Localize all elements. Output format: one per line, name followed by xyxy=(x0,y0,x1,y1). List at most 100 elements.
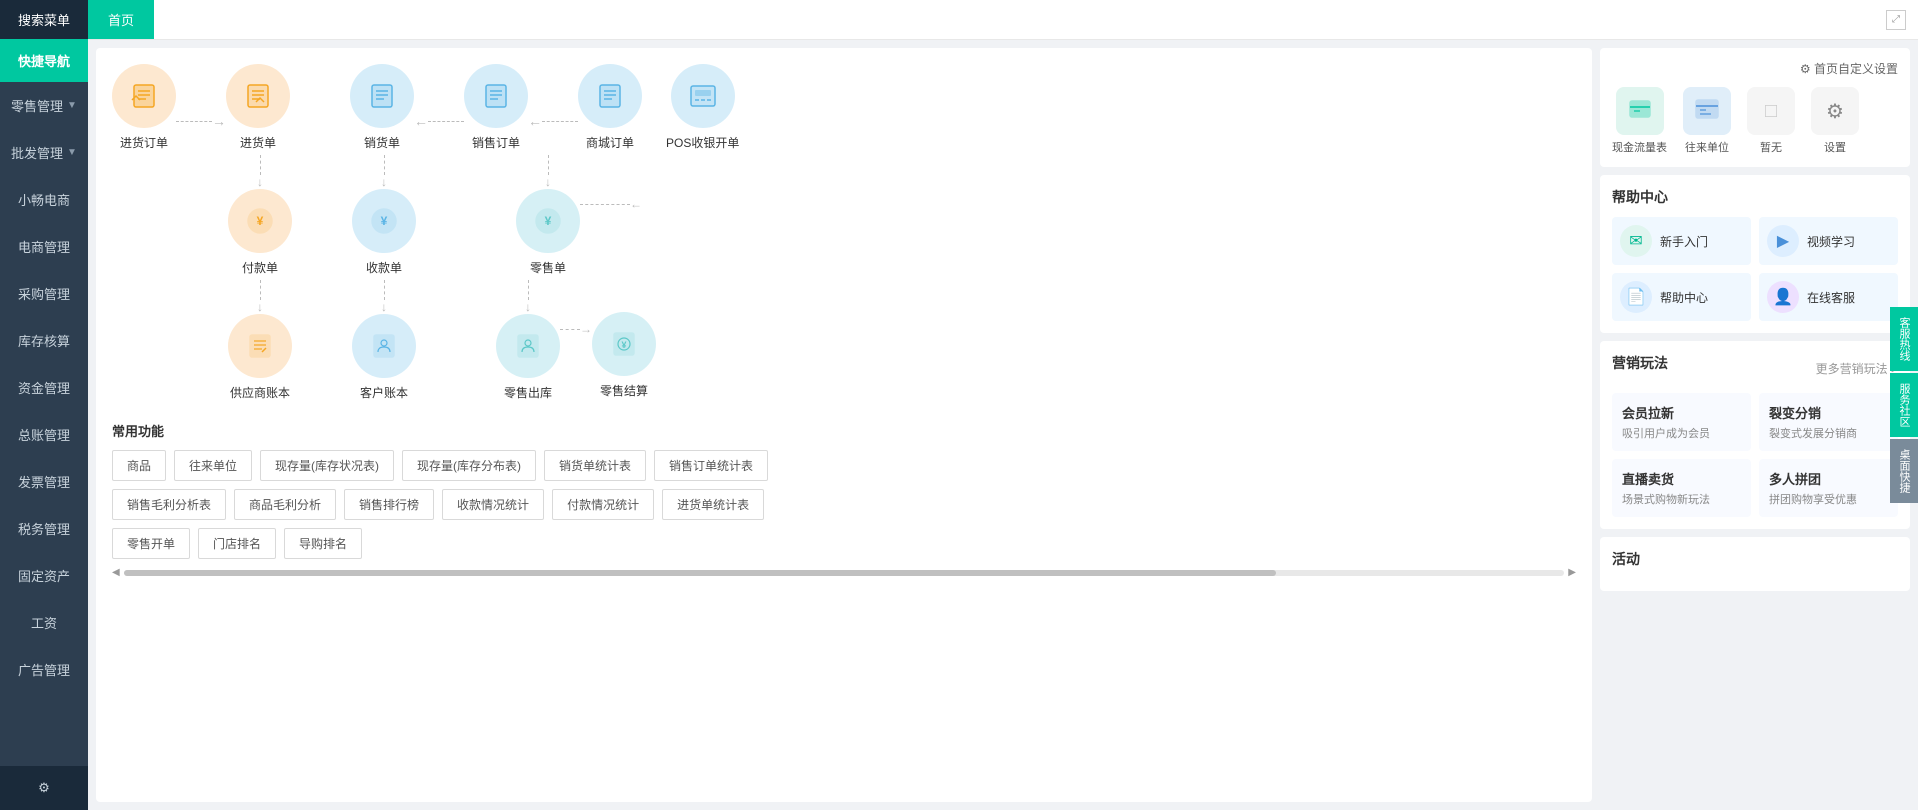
help-grid: ✉ 新手入门 ▶ 视频学习 📄 帮助中心 👤 在线客服 xyxy=(1612,217,1898,321)
partner-icon xyxy=(1683,87,1731,135)
flow-node-supplier-ledger[interactable] xyxy=(228,314,292,378)
sidebar-item-finance[interactable]: 资金管理 xyxy=(0,364,88,411)
flow-node-retail-out[interactable] xyxy=(496,314,560,378)
float-btn-desktop[interactable]: 桌面快捷 xyxy=(1890,439,1918,503)
quick-icons: 现金流量表 往来单位 xyxy=(1612,87,1898,155)
video-icon: ▶ xyxy=(1767,225,1799,257)
func-btn-payment-stat[interactable]: 付款情况统计 xyxy=(552,489,654,520)
marketing-item-member[interactable]: 会员拉新 吸引用户成为会员 xyxy=(1612,393,1751,451)
sidebar-item-ads[interactable]: 广告管理 xyxy=(0,646,88,693)
sidebar-item-ledger[interactable]: 总账管理 xyxy=(0,411,88,458)
topbar: 首页 ⤢ xyxy=(88,0,1918,40)
quick-icon-partner[interactable]: 往来单位 xyxy=(1683,87,1731,155)
activity-title: 活动 xyxy=(1612,549,1898,569)
func-btn-stock2[interactable]: 现存量(库存分布表) xyxy=(402,450,536,481)
sidebar-item-retail[interactable]: 零售管理 ▼ xyxy=(0,82,88,129)
help-item-newbie[interactable]: ✉ 新手入门 xyxy=(1612,217,1751,265)
flow-node-purchase-order[interactable]: 进货订单 xyxy=(112,64,176,151)
flow-node-payment[interactable]: ¥ xyxy=(228,189,292,253)
marketing-header: 营销玩法 更多营销玩法 > xyxy=(1612,353,1898,383)
flow-node-pos[interactable]: POS收银开单 xyxy=(666,64,739,151)
help-section: 帮助中心 ✉ 新手入门 ▶ 视频学习 📄 帮助中心 👤 xyxy=(1600,175,1910,333)
flow-node-retail[interactable]: ¥ xyxy=(516,189,580,253)
help-item-support[interactable]: 👤 在线客服 xyxy=(1759,273,1898,321)
quick-access: ⚙ 首页自定义设置 现金流量表 xyxy=(1600,48,1910,167)
sidebar-item-ecom-small[interactable]: 小畅电商 xyxy=(0,176,88,223)
func-btn-profit1[interactable]: 销售毛利分析表 xyxy=(112,489,226,520)
marketing-section: 营销玩法 更多营销玩法 > 会员拉新 吸引用户成为会员 裂变分销 裂变式发展分销… xyxy=(1600,341,1910,529)
sidebar-search[interactable]: 搜索菜单 xyxy=(0,0,88,39)
topbar-right: ⤢ xyxy=(1886,10,1918,30)
float-btn-community[interactable]: 服务社区 xyxy=(1890,373,1918,437)
scrollbar-track[interactable] xyxy=(124,570,1565,576)
flow-node-purchase[interactable]: 进货单 xyxy=(226,64,290,151)
support-icon: 👤 xyxy=(1767,281,1799,313)
marketing-item-group[interactable]: 多人拼团 拼团购物享受优惠 xyxy=(1759,459,1898,517)
flow-node-customer-ledger[interactable] xyxy=(352,314,416,378)
left-panel: 进货订单 → xyxy=(96,48,1592,802)
func-btn-store-rank[interactable]: 门店排名 xyxy=(198,528,276,559)
tab-home[interactable]: 首页 xyxy=(88,0,154,39)
more-marketing-link[interactable]: 更多营销玩法 > xyxy=(1816,360,1898,377)
flow-node-sales-order[interactable]: 销售订单 xyxy=(464,64,528,151)
marketing-title: 营销玩法 xyxy=(1612,353,1668,373)
customize-settings[interactable]: ⚙ 首页自定义设置 xyxy=(1612,60,1898,77)
flow-node-shop-order[interactable]: 商城订单 xyxy=(578,64,642,151)
quick-icon-cashflow[interactable]: 现金流量表 xyxy=(1612,87,1667,155)
sidebar: 搜索菜单 快捷导航 零售管理 ▼ 批发管理 ▼ 小畅电商 电商管理 采购管理 库… xyxy=(0,0,88,810)
func-btn-order-stat[interactable]: 销售订单统计表 xyxy=(654,450,768,481)
common-funcs-title: 常用功能 xyxy=(112,421,1576,440)
func-btn-retail-order[interactable]: 零售开单 xyxy=(112,528,190,559)
func-btn-rank[interactable]: 销售排行榜 xyxy=(344,489,434,520)
right-panel: ⚙ 首页自定义设置 现金流量表 xyxy=(1600,48,1910,802)
flow-node-receipt[interactable]: ¥ xyxy=(352,189,416,253)
sidebar-item-assets[interactable]: 固定资产 xyxy=(0,552,88,599)
marketing-item-fission[interactable]: 裂变分销 裂变式发展分销商 xyxy=(1759,393,1898,451)
marketing-grid: 会员拉新 吸引用户成为会员 裂变分销 裂变式发展分销商 直播卖货 场景式购物新玩… xyxy=(1612,393,1898,517)
main: 首页 ⤢ xyxy=(88,0,1918,810)
func-btn-purchase-stat[interactable]: 进货单统计表 xyxy=(662,489,764,520)
scroll-left[interactable]: ◀ xyxy=(112,567,120,578)
svg-text:¥: ¥ xyxy=(257,214,264,228)
float-buttons: 客服热线 服务社区 桌面快捷 xyxy=(1890,307,1918,503)
svg-text:¥: ¥ xyxy=(381,214,388,228)
flow-section: 进货订单 → xyxy=(112,64,1576,401)
svg-text:¥: ¥ xyxy=(621,340,626,350)
func-grid-row3: 零售开单 门店排名 导购排名 xyxy=(112,528,1576,559)
help-center-icon: 📄 xyxy=(1620,281,1652,313)
sidebar-item-wholesale[interactable]: 批发管理 ▼ xyxy=(0,129,88,176)
func-btn-stock1[interactable]: 现存量(库存状况表) xyxy=(260,450,394,481)
quick-icon-empty[interactable]: □ 暂无 xyxy=(1747,87,1795,155)
activity-section: 活动 xyxy=(1600,537,1910,591)
marketing-item-live[interactable]: 直播卖货 场景式购物新玩法 xyxy=(1612,459,1751,517)
scrollbar-thumb xyxy=(124,570,1276,576)
func-btn-profit2[interactable]: 商品毛利分析 xyxy=(234,489,336,520)
func-btn-product[interactable]: 商品 xyxy=(112,450,166,481)
sidebar-item-purchase[interactable]: 采购管理 xyxy=(0,270,88,317)
func-grid-row1: 商品 往来单位 现存量(库存状况表) 现存量(库存分布表) 销货单统计表 销售订… xyxy=(112,450,1576,481)
sidebar-item-inventory[interactable]: 库存核算 xyxy=(0,317,88,364)
func-btn-receipt-stat[interactable]: 收款情况统计 xyxy=(442,489,544,520)
settings-icon: ⚙ xyxy=(1811,87,1859,135)
float-btn-hotline[interactable]: 客服热线 xyxy=(1890,307,1918,371)
newbie-icon: ✉ xyxy=(1620,225,1652,257)
help-item-video[interactable]: ▶ 视频学习 xyxy=(1759,217,1898,265)
sidebar-item-invoice[interactable]: 发票管理 xyxy=(0,458,88,505)
sidebar-settings[interactable]: ⚙ xyxy=(0,766,88,810)
svg-text:¥: ¥ xyxy=(545,214,552,228)
sidebar-item-salary[interactable]: 工资 xyxy=(0,599,88,646)
func-btn-guide-rank[interactable]: 导购排名 xyxy=(284,528,362,559)
scroll-right[interactable]: ▶ xyxy=(1568,567,1576,578)
flow-node-sales[interactable]: 销货单 xyxy=(350,64,414,151)
sidebar-item-tax[interactable]: 税务管理 xyxy=(0,505,88,552)
sidebar-item-ecom[interactable]: 电商管理 xyxy=(0,223,88,270)
expand-icon[interactable]: ⤢ xyxy=(1886,10,1906,30)
help-item-help[interactable]: 📄 帮助中心 xyxy=(1612,273,1751,321)
func-btn-partner[interactable]: 往来单位 xyxy=(174,450,252,481)
flow-node-retail-settle[interactable]: ¥ xyxy=(592,312,656,376)
quick-icon-settings[interactable]: ⚙ 设置 xyxy=(1811,87,1859,155)
func-btn-sales-stat[interactable]: 销货单统计表 xyxy=(544,450,646,481)
cashflow-icon xyxy=(1616,87,1664,135)
func-grid-row2: 销售毛利分析表 商品毛利分析 销售排行榜 收款情况统计 付款情况统计 进货单统计… xyxy=(112,489,1576,520)
content-area: 进货订单 → xyxy=(88,40,1918,810)
